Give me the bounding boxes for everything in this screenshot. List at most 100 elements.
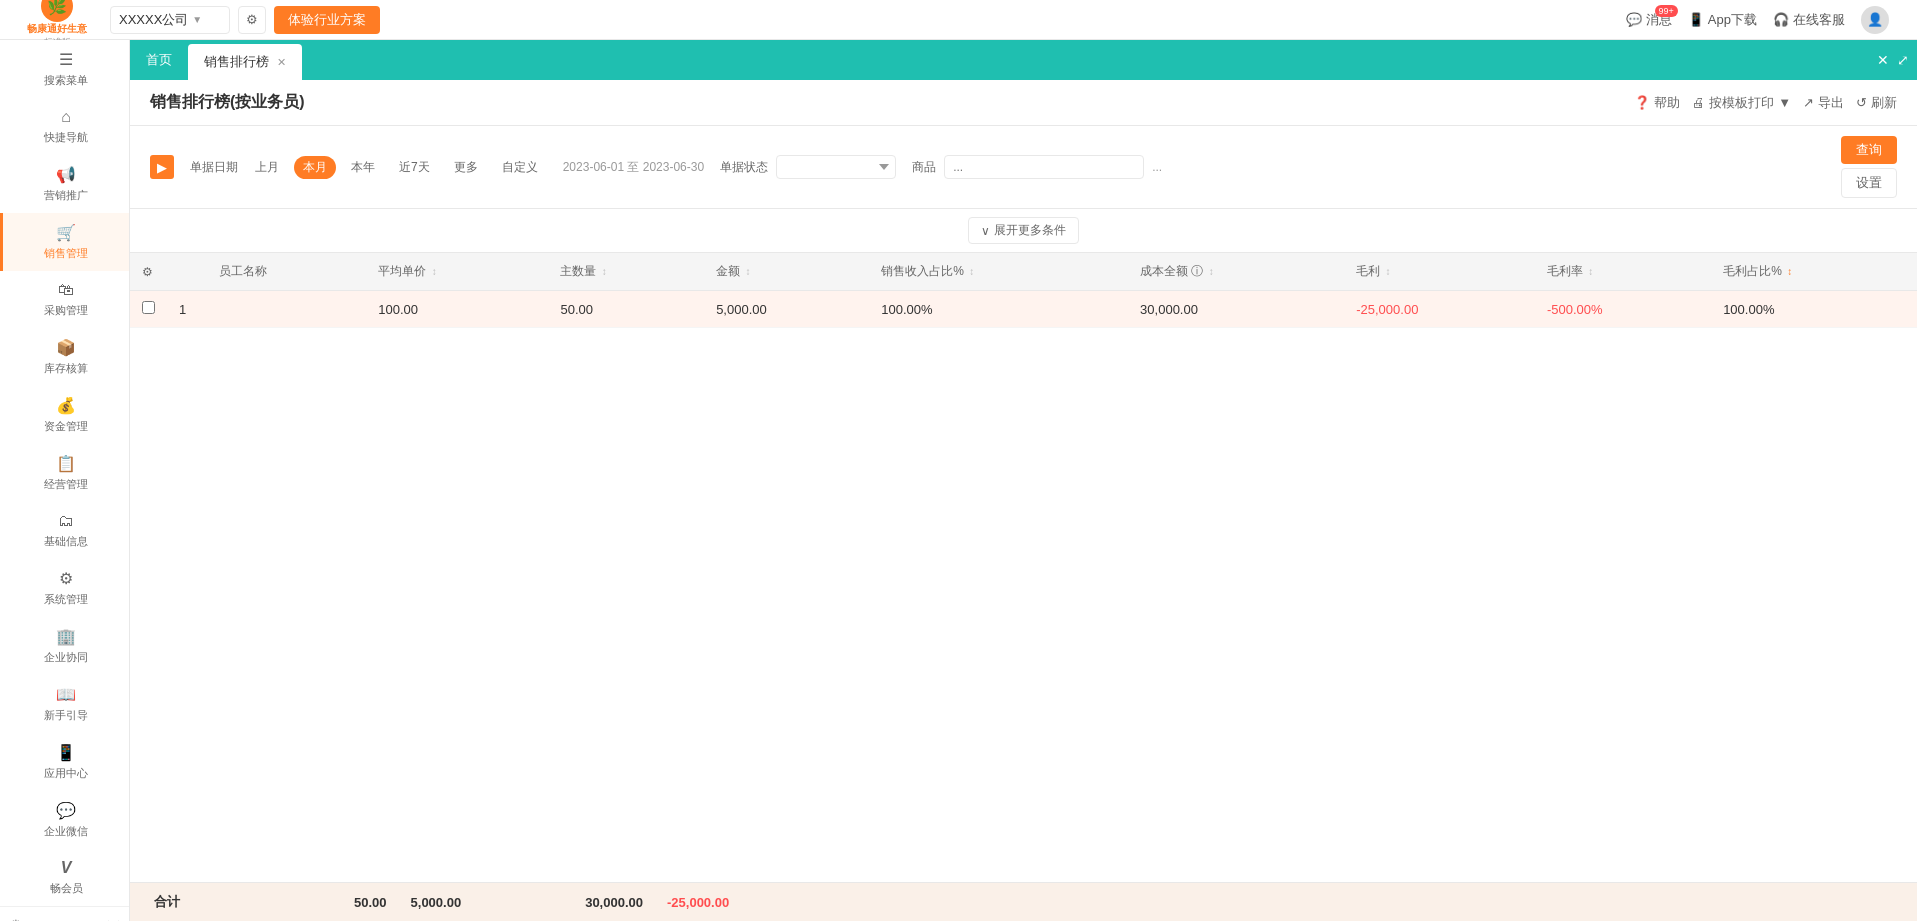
main-content: 销售排行榜(按业务员) ❓ 帮助 🖨 按模板打印 ▼ ↗ [130,80,1917,921]
sidebar-collapse-icon[interactable]: ◀◀ [99,917,119,921]
trial-button[interactable]: 体验行业方案 [274,6,380,34]
goods-more-icon[interactable]: ... [1152,160,1162,174]
sidebar-label-member: 畅会员 [50,881,83,896]
sidebar-item-appcenter[interactable]: 📱 应用中心 [0,733,129,791]
td-cost: 30,000.00 [1128,291,1344,328]
date-btn-last-month[interactable]: 上月 [246,156,288,179]
sidebar-item-marketing[interactable]: 📢 营销推广 [0,155,129,213]
sidebar-item-sales[interactable]: 🛒 销售管理 [0,213,129,271]
status-filter-label: 单据状态 [720,159,768,176]
date-btn-custom[interactable]: 自定义 [493,156,547,179]
help-icon: ❓ [1634,95,1650,110]
member-icon: V [61,859,72,877]
sidebar: ☰ 搜索菜单 ⌂ 快捷导航 📢 营销推广 🛒 销售管理 🛍 采购管理 📦 库 [0,40,130,921]
expand-icon: ∨ [981,224,990,238]
message-badge: 99+ [1655,5,1678,17]
sidebar-item-system[interactable]: ⚙ 系统管理 [0,559,129,617]
user-avatar[interactable]: 👤 [1861,6,1889,34]
help-button[interactable]: ❓ 帮助 [1634,94,1680,112]
footer-label: 合计 [142,893,262,911]
date-btn-this-year[interactable]: 本年 [342,156,384,179]
sidebar-label-marketing: 营销推广 [44,188,88,203]
status-filter-select[interactable] [776,155,896,179]
td-avg-price: 100.00 [366,291,548,328]
template-print-button[interactable]: 🖨 按模板打印 ▼ [1692,94,1791,112]
goods-filter-section: 商品 ... [912,155,1162,179]
company-selector[interactable]: XXXXX公司 ▼ [110,6,230,34]
sidebar-label-system: 系统管理 [44,592,88,607]
date-filter-label: 单据日期 [190,159,238,176]
app-label: App下载 [1708,11,1757,29]
filter-bar: ▶ 单据日期 上月 本月 本年 近7天 更多 自定义 2023-06 [130,126,1917,209]
th-cost[interactable]: 成本全额 ⓘ ↕ [1128,253,1344,291]
th-avg-price[interactable]: 平均单价 ↕ [366,253,548,291]
settings-icon[interactable]: ⚙ [238,6,266,34]
content-header: 销售排行榜(按业务员) ❓ 帮助 🖨 按模板打印 ▼ ↗ [130,80,1917,126]
tab-close-icon[interactable]: ✕ [277,56,286,69]
date-btn-7days[interactable]: 近7天 [390,156,439,179]
sidebar-label-guide: 新手引导 [44,708,88,723]
content-area: 首页 销售排行榜 ✕ ✕ ⤢ 销售排行榜(按业务员) ❓ [130,40,1917,921]
date-btn-more[interactable]: 更多 [445,156,487,179]
table-container: ⚙ 员工名称 平均单价 ↕ 主数量 ↕ 金额 ↕ 销售收入占比% ↕ 成本全额 … [130,253,1917,882]
td-checkbox[interactable] [130,291,167,328]
filter-toggle-button[interactable]: ▶ [150,155,174,179]
date-range-display: 2023-06-01 至 2023-06-30 [563,159,704,176]
message-button[interactable]: 💬 消息 99+ [1626,11,1672,29]
sidebar-item-inventory[interactable]: 📦 库存核算 [0,328,129,386]
th-gross[interactable]: 毛利 ↕ [1344,253,1535,291]
row-checkbox[interactable] [142,301,155,314]
tab-right-buttons: ✕ ⤢ [1877,52,1917,68]
export-icon: ↗ [1803,95,1814,110]
sidebar-label-sales: 销售管理 [44,246,88,261]
refresh-label: 刷新 [1871,94,1897,112]
sidebar-item-enterprise[interactable]: 🏢 企业协同 [0,617,129,675]
td-qty: 50.00 [548,291,704,328]
sidebar-item-guide[interactable]: 📖 新手引导 [0,675,129,733]
expand-conditions-button[interactable]: ∨ 展开更多条件 [968,217,1079,244]
th-qty[interactable]: 主数量 ↕ [548,253,704,291]
tab-home[interactable]: 首页 [130,40,188,80]
sidebar-item-search[interactable]: ☰ 搜索菜单 [0,40,129,98]
online-service-button[interactable]: 🎧 在线客服 [1773,11,1845,29]
td-name [207,291,366,328]
sidebar-item-operations[interactable]: 📋 经营管理 [0,444,129,502]
th-settings[interactable]: ⚙ [130,253,167,291]
status-filter-section: 单据状态 [720,155,896,179]
table-row: 1 100.00 50.00 5,000.00 100.00% 30,000.0… [130,291,1917,328]
query-button[interactable]: 查询 [1841,136,1897,164]
header-actions: ❓ 帮助 🖨 按模板打印 ▼ ↗ 导出 ↺ [1634,94,1897,112]
appcenter-icon: 📱 [56,743,76,762]
sidebar-item-member[interactable]: V 畅会员 [0,849,129,906]
footer-amount: 5,000.00 [399,895,474,910]
sales-icon: 🛒 [56,223,76,242]
date-btn-this-month[interactable]: 本月 [294,156,336,179]
print-label: 按模板打印 [1709,94,1774,112]
goods-filter-input[interactable] [944,155,1144,179]
purchase-icon: 🛍 [58,281,74,299]
expand-section: ∨ 展开更多条件 [130,209,1917,253]
table-footer: 合计 50.00 5,000.00 30,000.00 -25,000.00 [130,882,1917,921]
sidebar-gear-icon[interactable]: ⚙ [10,917,22,921]
company-name: XXXXX公司 [119,11,188,29]
sidebar-item-basicinfo[interactable]: 🗂 基础信息 [0,502,129,559]
message-icon: 💬 [1626,12,1642,27]
tab-sales-ranking[interactable]: 销售排行榜 ✕ [188,44,302,80]
th-gross-rate[interactable]: 毛利率 ↕ [1535,253,1711,291]
settings-button[interactable]: 设置 [1841,168,1897,198]
sidebar-item-quicknav[interactable]: ⌂ 快捷导航 [0,98,129,155]
sidebar-item-finance[interactable]: 💰 资金管理 [0,386,129,444]
home-icon: ⌂ [61,108,71,126]
sidebar-item-purchase[interactable]: 🛍 采购管理 [0,271,129,328]
th-sales-pct[interactable]: 销售收入占比% ↕ [869,253,1128,291]
th-gross-pct[interactable]: 毛利占比% ↕ [1711,253,1917,291]
sidebar-item-wechat[interactable]: 💬 企业微信 [0,791,129,849]
sidebar-label-purchase: 采购管理 [44,303,88,318]
tab-maximize-icon[interactable]: ⤢ [1897,52,1909,68]
th-amount[interactable]: 金额 ↕ [704,253,869,291]
logo-icon: 🌿 [41,0,73,22]
refresh-button[interactable]: ↺ 刷新 [1856,94,1897,112]
app-download-button[interactable]: 📱 App下载 [1688,11,1757,29]
export-button[interactable]: ↗ 导出 [1803,94,1844,112]
tab-close-window-icon[interactable]: ✕ [1877,52,1889,68]
